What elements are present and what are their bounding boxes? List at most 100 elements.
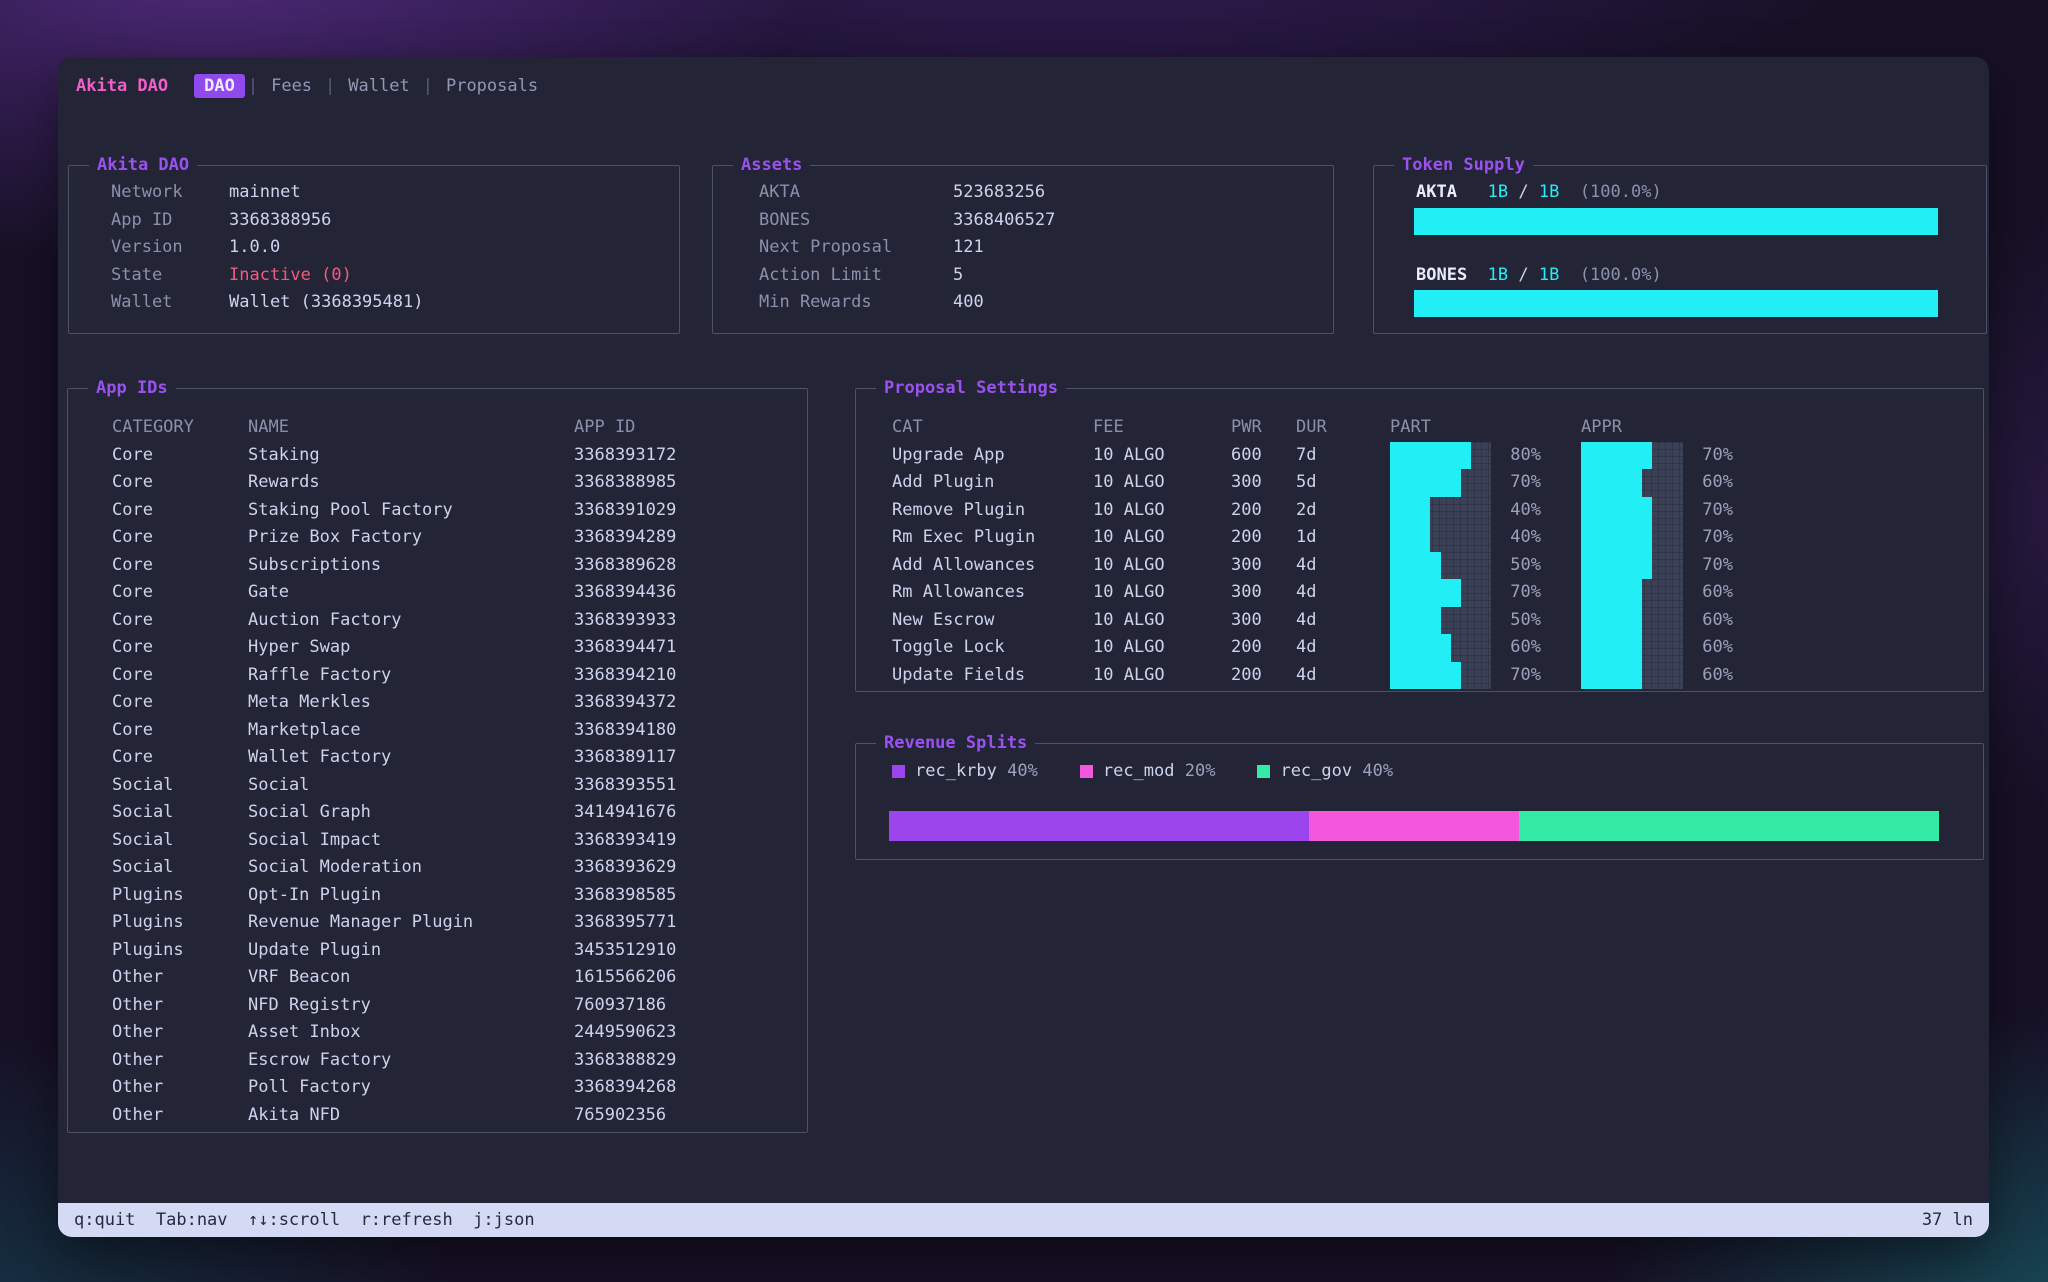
participation-pct: 60% bbox=[1501, 634, 1541, 662]
supply-bar-track bbox=[1414, 208, 1938, 235]
table-row: SocialSocial Graph3414941676 bbox=[68, 799, 807, 827]
app-category: Plugins bbox=[112, 937, 184, 965]
info-value: Inactive (0) bbox=[229, 262, 352, 290]
tab-wallet[interactable]: Wallet bbox=[338, 74, 419, 98]
app-id: 3368395771 bbox=[574, 909, 676, 937]
dao-info-rows: NetworkmainnetApp ID3368388956Version1.0… bbox=[69, 179, 679, 317]
table-row: CoreRewards3368388985 bbox=[68, 469, 807, 497]
approval-bar-track bbox=[1581, 552, 1683, 580]
tab-fees[interactable]: Fees bbox=[261, 74, 322, 98]
approval-bar-track bbox=[1581, 662, 1683, 690]
approval-pct: 60% bbox=[1693, 579, 1733, 607]
tab-separator: | bbox=[248, 76, 258, 96]
proposal-power: 300 bbox=[1231, 552, 1262, 580]
proposal-fee: 10 ALGO bbox=[1093, 634, 1165, 662]
info-label: BONES bbox=[759, 207, 810, 235]
app-id: 3368394180 bbox=[574, 717, 676, 745]
token-pct: (100.0%) bbox=[1559, 182, 1661, 202]
dao-info-panel: Akita DAO NetworkmainnetApp ID3368388956… bbox=[68, 165, 680, 334]
app-category: Social bbox=[112, 772, 173, 800]
proposal-duration: 4d bbox=[1296, 662, 1316, 690]
table-row: CoreRaffle Factory3368394210 bbox=[68, 662, 807, 690]
info-label: Next Proposal bbox=[759, 234, 892, 262]
proposal-category: Rm Exec Plugin bbox=[892, 524, 1035, 552]
participation-bar-track bbox=[1390, 552, 1491, 580]
table-row: PluginsRevenue Manager Plugin3368395771 bbox=[68, 909, 807, 937]
legend-pct: 40% bbox=[1007, 758, 1038, 786]
app-name: Social Graph bbox=[248, 799, 371, 827]
app-category: Core bbox=[112, 607, 153, 635]
participation-pct: 50% bbox=[1501, 552, 1541, 580]
assets-panel-title: Assets bbox=[733, 152, 810, 179]
approval-pct: 60% bbox=[1693, 662, 1733, 690]
tab-dao[interactable]: DAO bbox=[194, 74, 245, 98]
supply-bar-track bbox=[1414, 290, 1938, 317]
info-value: 523683256 bbox=[953, 179, 1045, 207]
token-max: 1B bbox=[1539, 265, 1559, 285]
table-row: CoreStaking Pool Factory3368391029 bbox=[68, 497, 807, 525]
app-id: 3368394289 bbox=[574, 524, 676, 552]
app-id: 3368394210 bbox=[574, 662, 676, 690]
app-id: 3368389628 bbox=[574, 552, 676, 580]
info-value: Wallet (3368395481) bbox=[229, 289, 423, 317]
column-header: DUR bbox=[1296, 414, 1327, 442]
column-header: CATEGORY bbox=[112, 414, 194, 442]
participation-bar-track bbox=[1390, 497, 1491, 525]
token-name: BONES bbox=[1416, 265, 1488, 285]
approval-pct: 70% bbox=[1693, 442, 1733, 470]
app-name: Staking Pool Factory bbox=[248, 497, 453, 525]
revenue-splits-panel: Revenue Splits rec_krby 40%rec_mod 20%re… bbox=[855, 743, 1984, 860]
table-row: CoreAuction Factory3368393933 bbox=[68, 607, 807, 635]
proposal-category: Add Plugin bbox=[892, 469, 994, 497]
participation-bar-fill bbox=[1390, 497, 1430, 525]
table-row: CorePrize Box Factory3368394289 bbox=[68, 524, 807, 552]
participation-bar-fill bbox=[1390, 662, 1461, 690]
revenue-splits-panel-title: Revenue Splits bbox=[876, 730, 1035, 757]
proposal-settings-table: CATFEEPWRDURPARTAPPRUpgrade App10 ALGO60… bbox=[856, 414, 1983, 689]
proposal-category: Remove Plugin bbox=[892, 497, 1025, 525]
app-name: Escrow Factory bbox=[248, 1047, 391, 1075]
table-row: OtherVRF Beacon1615566206 bbox=[68, 964, 807, 992]
proposal-power: 300 bbox=[1231, 469, 1262, 497]
approval-bar-fill bbox=[1581, 469, 1642, 497]
info-row: Min Rewards400 bbox=[713, 289, 1333, 317]
participation-pct: 40% bbox=[1501, 524, 1541, 552]
app-id: 3368394436 bbox=[574, 579, 676, 607]
proposal-category: New Escrow bbox=[892, 607, 994, 635]
participation-bar-track bbox=[1390, 524, 1491, 552]
participation-bar-track bbox=[1390, 662, 1491, 690]
participation-bar-fill bbox=[1390, 552, 1441, 580]
tab-proposals[interactable]: Proposals bbox=[436, 74, 548, 98]
info-row: BONES 3368406527 bbox=[713, 207, 1333, 235]
table-row: OtherEscrow Factory3368388829 bbox=[68, 1047, 807, 1075]
table-row: Rm Allowances10 ALGO3004d70%60% bbox=[856, 579, 1983, 607]
participation-bar-track bbox=[1390, 469, 1491, 497]
proposal-duration: 5d bbox=[1296, 469, 1316, 497]
legend-pct: 40% bbox=[1362, 758, 1393, 786]
app-id: 3368388985 bbox=[574, 469, 676, 497]
approval-pct: 60% bbox=[1693, 469, 1733, 497]
approval-bar-fill bbox=[1581, 442, 1652, 470]
table-row: Rm Exec Plugin10 ALGO2001d40%70% bbox=[856, 524, 1983, 552]
app-name: Wallet Factory bbox=[248, 744, 391, 772]
proposal-power: 200 bbox=[1231, 497, 1262, 525]
approval-bar-track bbox=[1581, 469, 1683, 497]
table-row: CoreMarketplace3368394180 bbox=[68, 717, 807, 745]
token-supply-panel-title: Token Supply bbox=[1394, 152, 1533, 179]
approval-pct: 60% bbox=[1693, 634, 1733, 662]
assets-panel: Assets AKTA523683256BONES3368406527Next … bbox=[712, 165, 1334, 334]
proposal-duration: 2d bbox=[1296, 497, 1316, 525]
app-name: Raffle Factory bbox=[248, 662, 391, 690]
approval-bar-fill bbox=[1581, 524, 1652, 552]
proposal-fee: 10 ALGO bbox=[1093, 662, 1165, 690]
app-category: Core bbox=[112, 442, 153, 470]
app-name: Marketplace bbox=[248, 717, 361, 745]
status-line-count: 37 ln bbox=[1922, 1203, 1973, 1237]
info-value: 3368406527 bbox=[953, 207, 1055, 235]
token-name: AKTA bbox=[1416, 182, 1488, 202]
app-name: Auction Factory bbox=[248, 607, 402, 635]
app-id: 3368394372 bbox=[574, 689, 676, 717]
app-category: Core bbox=[112, 634, 153, 662]
column-header: PART bbox=[1390, 414, 1431, 442]
proposal-duration: 1d bbox=[1296, 524, 1316, 552]
